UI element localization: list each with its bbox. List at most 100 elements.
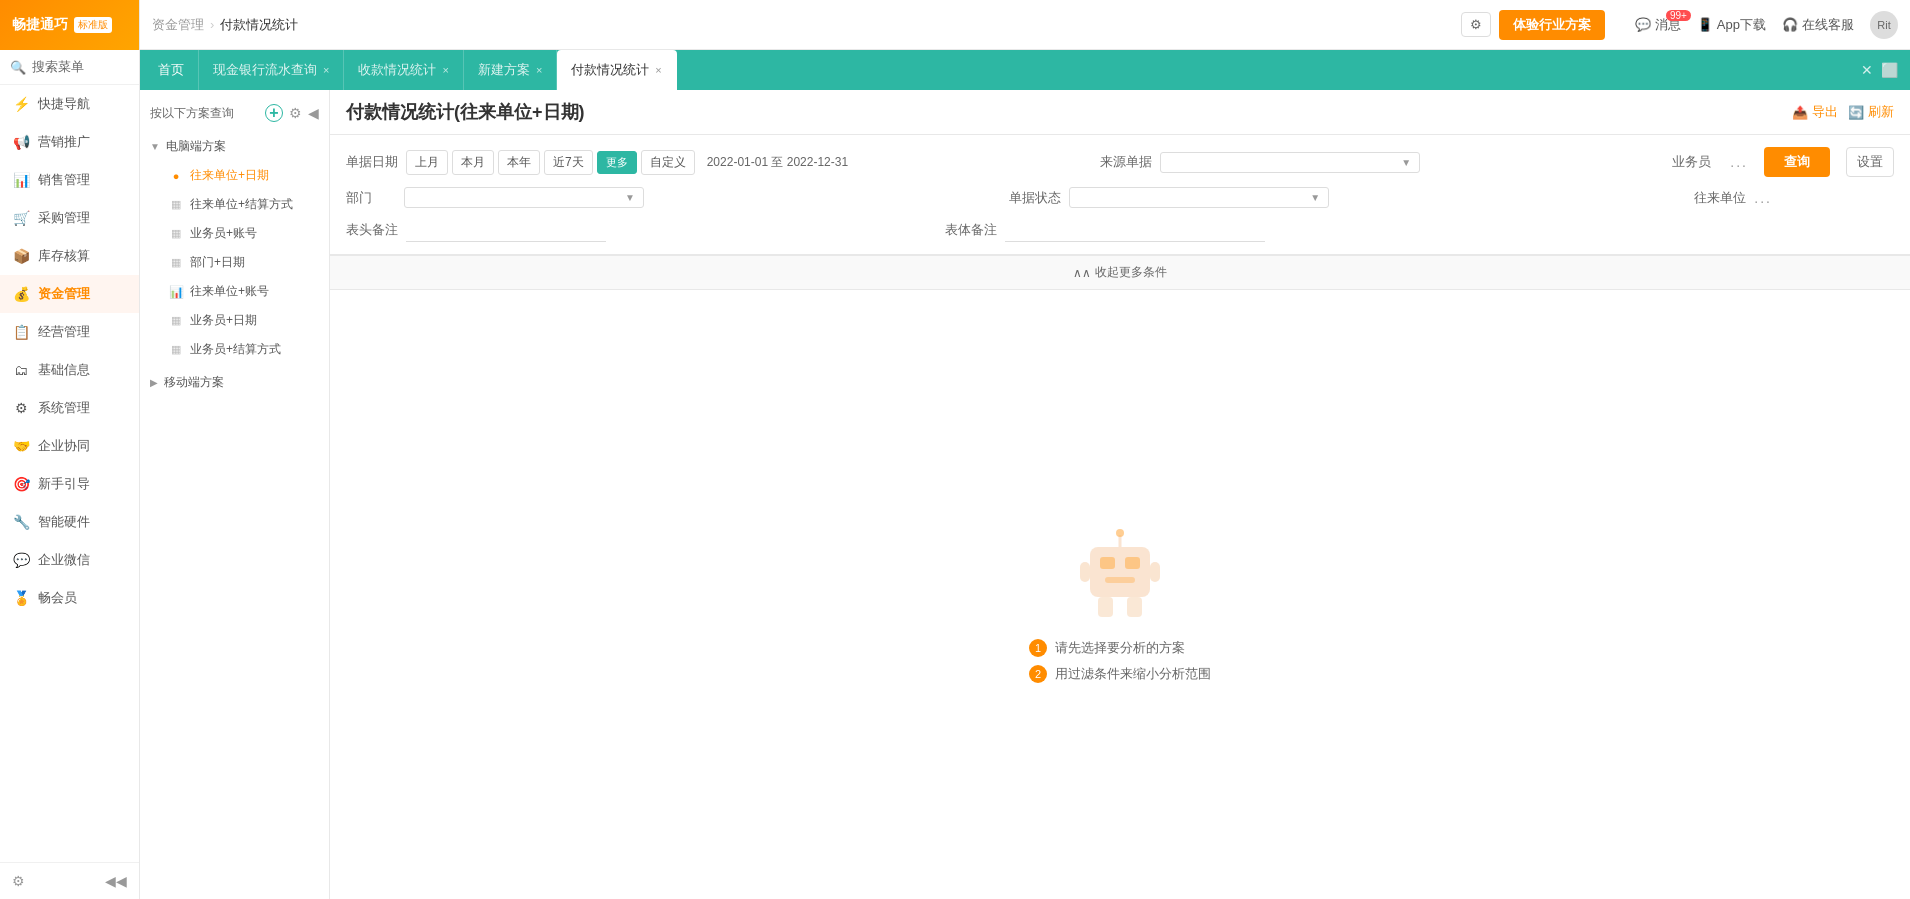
empty-tips: 1 请先选择要分析的方案 2 用过滤条件来缩小分析范围 [1029, 639, 1211, 683]
note-head-field: 表头备注 [346, 218, 606, 242]
tab-home[interactable]: 首页 [144, 50, 199, 90]
filter-settings-button[interactable]: 设置 [1846, 147, 1894, 177]
voucher-status-label: 单据状态 [1009, 189, 1061, 207]
chevron-right-icon: ▶ [150, 377, 158, 388]
date-btn-custom[interactable]: 自定义 [641, 150, 695, 175]
sidebar-item-inventory[interactable]: 📦 库存核算 [0, 237, 139, 275]
voucher-status-chevron-icon: ▼ [1310, 192, 1320, 203]
sidebar-item-vip[interactable]: 🏅 畅会员 [0, 579, 139, 617]
sidebar-nav: ⚡ 快捷导航 📢 营销推广 📊 销售管理 🛒 采购管理 📦 库存核算 💰 资金管… [0, 85, 139, 862]
tabs-window-btns: ✕ ⬜ [1853, 62, 1906, 78]
collapse-sidebar-icon[interactable]: ◀◀ [105, 873, 127, 889]
content-area: 按以下方案查询 + ⚙ ◀ ▼ 电脑端方案 ● 往来单位+日期 ▦ [140, 90, 1910, 899]
dept-select[interactable]: ▼ [404, 187, 644, 208]
sidebar-item-capital[interactable]: 💰 资金管理 [0, 275, 139, 313]
tab-cash-flow-close[interactable]: × [323, 64, 329, 76]
tab-new-plan[interactable]: 新建方案 × [464, 50, 557, 90]
refresh-button[interactable]: 🔄 刷新 [1848, 103, 1894, 121]
sidebar-item-guide[interactable]: 🎯 新手引导 [0, 465, 139, 503]
sidebar-item-management[interactable]: 📋 经营管理 [0, 313, 139, 351]
source-select[interactable]: ▼ [1160, 152, 1420, 173]
scheme-item-2[interactable]: ▦ 业务员+账号 [140, 219, 329, 248]
note-head-input[interactable] [406, 218, 606, 242]
date-btn-this-year[interactable]: 本年 [498, 150, 540, 175]
wechat-icon: 💬 [12, 551, 30, 569]
app-download-btn[interactable]: 📱 App下载 [1697, 16, 1766, 34]
date-buttons: 上月 本月 本年 近7天 更多 自定义 [406, 150, 695, 175]
tab-pay-stat[interactable]: 付款情况统计 × [557, 50, 676, 90]
tab-payment-stat-close[interactable]: × [442, 64, 448, 76]
tab-cash-flow[interactable]: 现金银行流水查询 × [199, 50, 344, 90]
scheme-item-4[interactable]: 📊 往来单位+账号 [140, 277, 329, 306]
sidebar-item-label: 企业微信 [38, 551, 90, 569]
sidebar-header: 畅捷通巧 标准版 [0, 0, 139, 50]
sales-icon: 📊 [12, 171, 30, 189]
sidebar-item-purchase[interactable]: 🛒 采购管理 [0, 199, 139, 237]
user-avatar[interactable]: Rit [1870, 11, 1898, 39]
scheme-panel-title: 按以下方案查询 [150, 105, 234, 122]
partner-picker-btn[interactable]: ... [1754, 190, 1772, 206]
svg-rect-4 [1080, 562, 1090, 582]
trial-button[interactable]: 体验行业方案 [1499, 10, 1605, 40]
scheme-item-label-0: 往来单位+日期 [190, 167, 269, 184]
collapse-scheme-btn[interactable]: ◀ [308, 105, 319, 121]
breadcrumb-text: 资金管理 [152, 16, 204, 34]
filter-row-1: 单据日期 上月 本月 本年 近7天 更多 自定义 2022-01-01 至 20… [346, 147, 1894, 177]
export-button[interactable]: 📤 导出 [1792, 103, 1838, 121]
service-btn[interactable]: 🎧 在线客服 [1782, 16, 1854, 34]
sidebar-item-system[interactable]: ⚙ 系统管理 [0, 389, 139, 427]
settings-footer-icon[interactable]: ⚙ [12, 873, 25, 889]
tab-new-plan-close[interactable]: × [536, 64, 542, 76]
voucher-status-select[interactable]: ▼ [1069, 187, 1329, 208]
scheme-item-5[interactable]: ▦ 业务员+日期 [140, 306, 329, 335]
note-body-input[interactable] [1005, 218, 1265, 242]
form-header: 付款情况统计(往来单位+日期) 📤 导出 🔄 刷新 [330, 90, 1910, 135]
salesperson-label: 业务员 [1672, 153, 1722, 171]
scheme-group-desktop-header[interactable]: ▼ 电脑端方案 [140, 132, 329, 161]
add-scheme-btn[interactable]: + [265, 104, 283, 122]
svg-rect-5 [1150, 562, 1160, 582]
quick-nav-icon: ⚡ [12, 95, 30, 113]
scheme-group-mobile-header[interactable]: ▶ 移动端方案 [140, 368, 329, 397]
tab-payment-stat[interactable]: 收款情况统计 × [344, 50, 463, 90]
scheme-item-1[interactable]: ▦ 往来单位+结算方式 [140, 190, 329, 219]
date-btn-more[interactable]: 更多 [597, 151, 637, 174]
tab-new-plan-label: 新建方案 [478, 61, 530, 79]
scheme-item-icon-6: ▦ [168, 342, 184, 358]
scheme-item-label-1: 往来单位+结算方式 [190, 196, 293, 213]
close-window-btn[interactable]: ✕ [1861, 62, 1873, 78]
sidebar-item-sales[interactable]: 📊 销售管理 [0, 161, 139, 199]
tab-pay-stat-label: 付款情况统计 [571, 61, 649, 79]
topbar-settings-button[interactable]: ⚙ [1461, 12, 1491, 37]
sidebar-search[interactable]: 🔍 搜索菜单 [0, 50, 139, 85]
scheme-item-label-5: 业务员+日期 [190, 312, 257, 329]
user-text: Rit [1877, 19, 1890, 31]
page-title: 付款情况统计(往来单位+日期) [346, 100, 585, 124]
management-icon: 📋 [12, 323, 30, 341]
scheme-item-3[interactable]: ▦ 部门+日期 [140, 248, 329, 277]
query-button[interactable]: 查询 [1764, 147, 1830, 177]
maximize-btn[interactable]: ⬜ [1881, 62, 1898, 78]
sidebar-item-enterprise[interactable]: 🤝 企业协同 [0, 427, 139, 465]
date-btn-this-month[interactable]: 本月 [452, 150, 494, 175]
salesperson-picker-btn[interactable]: ... [1730, 154, 1748, 170]
message-btn[interactable]: 💬 消息 99+ [1635, 16, 1681, 34]
date-btn-last-month[interactable]: 上月 [406, 150, 448, 175]
scheme-settings-btn[interactable]: ⚙ [289, 105, 302, 121]
partner-field: 往来单位 ... [1694, 189, 1772, 207]
sidebar-item-wechat[interactable]: 💬 企业微信 [0, 541, 139, 579]
tab-pay-stat-close[interactable]: × [655, 64, 661, 76]
basic-icon: 🗂 [12, 361, 30, 379]
scheme-item-icon-4: 📊 [168, 284, 184, 300]
collapse-filter-btn[interactable]: ∧∧ 收起更多条件 [330, 255, 1910, 290]
date-btn-7days[interactable]: 近7天 [544, 150, 593, 175]
sidebar-item-hardware[interactable]: 🔧 智能硬件 [0, 503, 139, 541]
sidebar-item-marketing[interactable]: 📢 营销推广 [0, 123, 139, 161]
sidebar-item-basic[interactable]: 🗂 基础信息 [0, 351, 139, 389]
sidebar-item-quick-nav[interactable]: ⚡ 快捷导航 [0, 85, 139, 123]
scheme-item-6[interactable]: ▦ 业务员+结算方式 [140, 335, 329, 364]
app-icon: 📱 [1697, 17, 1713, 32]
tip-num-2: 2 [1029, 665, 1047, 683]
scheme-item-0[interactable]: ● 往来单位+日期 [140, 161, 329, 190]
scheme-item-icon-0: ● [168, 168, 184, 184]
